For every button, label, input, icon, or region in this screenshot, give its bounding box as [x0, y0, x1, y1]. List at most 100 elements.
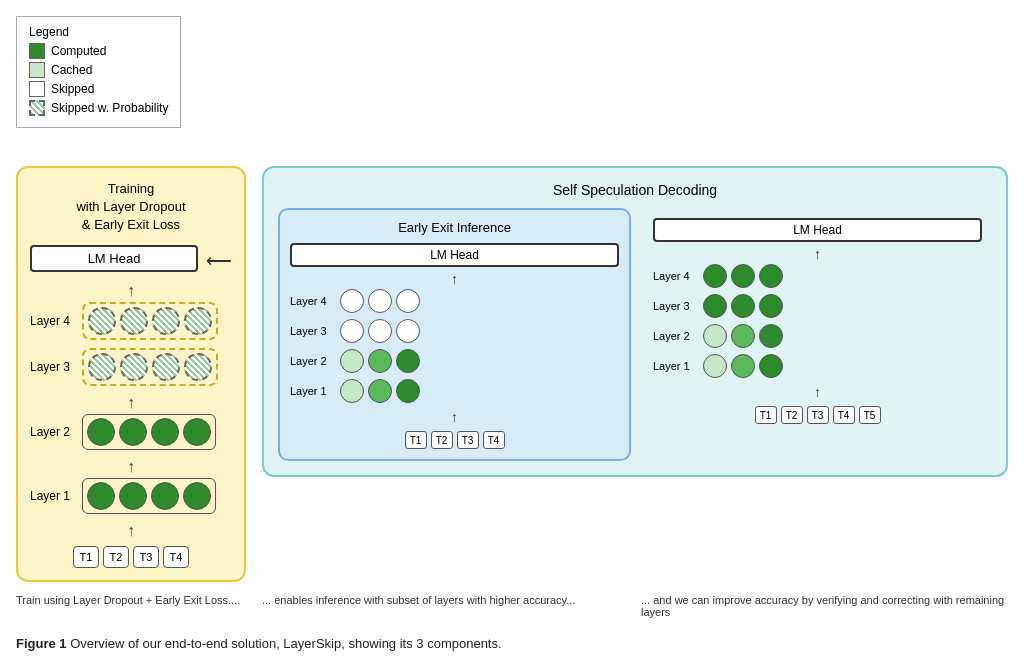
- circle: [731, 264, 755, 288]
- legend-item-computed: Computed: [29, 43, 168, 59]
- circle: [183, 482, 211, 510]
- arrow-up-4: ↑: [30, 522, 232, 540]
- figure-label: Figure 1: [16, 636, 67, 651]
- ver-layer-1-circles: [703, 354, 783, 378]
- circle: [759, 264, 783, 288]
- feedback-arrow: ⟵: [206, 250, 232, 272]
- ee-layer-1-circles: [340, 379, 420, 403]
- ver-tokens: T1 T2 T3 T4 T5: [653, 406, 982, 424]
- layer-3-circles: [82, 348, 218, 386]
- ver-layer-1-label: Layer 1: [653, 360, 697, 372]
- circle: [396, 319, 420, 343]
- ver-arrow: ↑: [653, 246, 982, 262]
- skipped-prob-icon: [29, 100, 45, 116]
- circle: [120, 353, 148, 381]
- circle: [759, 324, 783, 348]
- circle: [396, 289, 420, 313]
- ver-token-t5: T5: [859, 406, 881, 424]
- ee-layer-4: Layer 4: [290, 289, 619, 313]
- circle: [184, 353, 212, 381]
- verification-lm-head: LM Head: [653, 218, 982, 242]
- caption-middle: ... enables inference with subset of lay…: [262, 594, 629, 618]
- circle: [703, 294, 727, 318]
- ver-arrow-bottom: ↑: [653, 384, 982, 400]
- ver-layer-3-circles: [703, 294, 783, 318]
- layer-2-circles: [82, 414, 216, 450]
- ee-arrow: ↑: [290, 271, 619, 287]
- layer-2-label: Layer 2: [30, 425, 78, 439]
- ee-layer-3: Layer 3: [290, 319, 619, 343]
- circle: [703, 264, 727, 288]
- circle: [340, 379, 364, 403]
- arrow-up-3: ↑: [30, 458, 232, 476]
- layer-3-label: Layer 3: [30, 360, 78, 374]
- token-t2: T2: [103, 546, 129, 568]
- circle: [152, 353, 180, 381]
- training-layer-1: Layer 1: [30, 478, 232, 514]
- ver-token-t2: T2: [781, 406, 803, 424]
- skipped-icon: [29, 81, 45, 97]
- circle: [340, 319, 364, 343]
- cached-icon: [29, 62, 45, 78]
- token-t4: T4: [163, 546, 189, 568]
- ee-token-t3: T3: [457, 431, 479, 449]
- computed-icon: [29, 43, 45, 59]
- circle: [184, 307, 212, 335]
- ver-layer-2-label: Layer 2: [653, 330, 697, 342]
- circle: [368, 379, 392, 403]
- ee-arrow-bottom: ↑: [290, 409, 619, 425]
- ee-token-t1: T1: [405, 431, 427, 449]
- legend: Legend Computed Cached Skipped Skipped w…: [16, 16, 181, 128]
- arrow-up-2: ↑: [30, 394, 232, 412]
- circle: [759, 354, 783, 378]
- ee-layer-1: Layer 1: [290, 379, 619, 403]
- training-box: Trainingwith Layer Dropout& Early Exit L…: [16, 166, 246, 582]
- ee-layer-3-circles: [340, 319, 420, 343]
- layer-4-label: Layer 4: [30, 314, 78, 328]
- circle: [396, 379, 420, 403]
- circle: [151, 418, 179, 446]
- ee-token-t2: T2: [431, 431, 453, 449]
- main-container: Trainingwith Layer Dropout& Early Exit L…: [16, 166, 1008, 582]
- circle: [731, 294, 755, 318]
- ver-token-t3: T3: [807, 406, 829, 424]
- circle: [88, 307, 116, 335]
- circle: [396, 349, 420, 373]
- layer-1-circles: [82, 478, 216, 514]
- computed-label: Computed: [51, 44, 106, 58]
- ver-layer-1: Layer 1: [653, 354, 982, 378]
- legend-item-skipped: Skipped: [29, 81, 168, 97]
- figure-text: Overview of our end-to-end solution, Lay…: [70, 636, 501, 651]
- arrow-up-1: ↑: [30, 282, 232, 300]
- circle: [151, 482, 179, 510]
- circle: [731, 324, 755, 348]
- circle: [759, 294, 783, 318]
- ee-layer-1-label: Layer 1: [290, 385, 334, 397]
- figure-caption: Figure 1 Overview of our end-to-end solu…: [16, 636, 1008, 651]
- ssd-inner: Early Exit Inference LM Head ↑ Layer 4 L…: [278, 208, 992, 461]
- ee-layer-4-circles: [340, 289, 420, 313]
- circle: [88, 353, 116, 381]
- circle: [340, 289, 364, 313]
- circle: [119, 482, 147, 510]
- token-t3: T3: [133, 546, 159, 568]
- ssd-box: Self Speculation Decoding Early Exit Inf…: [262, 166, 1008, 477]
- ee-tokens: T1 T2 T3 T4: [290, 431, 619, 449]
- early-exit-title: Early Exit Inference: [290, 220, 619, 235]
- circle: [731, 354, 755, 378]
- circle: [340, 349, 364, 373]
- ver-layer-2-circles: [703, 324, 783, 348]
- training-layer-2: Layer 2: [30, 414, 232, 450]
- legend-item-skipped-prob: Skipped w. Probability: [29, 100, 168, 116]
- circle: [183, 418, 211, 446]
- circle: [119, 418, 147, 446]
- ee-layer-2-circles: [340, 349, 420, 373]
- captions: Train using Layer Dropout + Early Exit L…: [16, 594, 1008, 618]
- training-layer-3: Layer 3: [30, 348, 232, 386]
- training-lm-head: LM Head: [30, 245, 198, 272]
- circle: [368, 289, 392, 313]
- circle: [703, 324, 727, 348]
- training-tokens: T1 T2 T3 T4: [30, 546, 232, 568]
- ver-token-t1: T1: [755, 406, 777, 424]
- ee-layer-2-label: Layer 2: [290, 355, 334, 367]
